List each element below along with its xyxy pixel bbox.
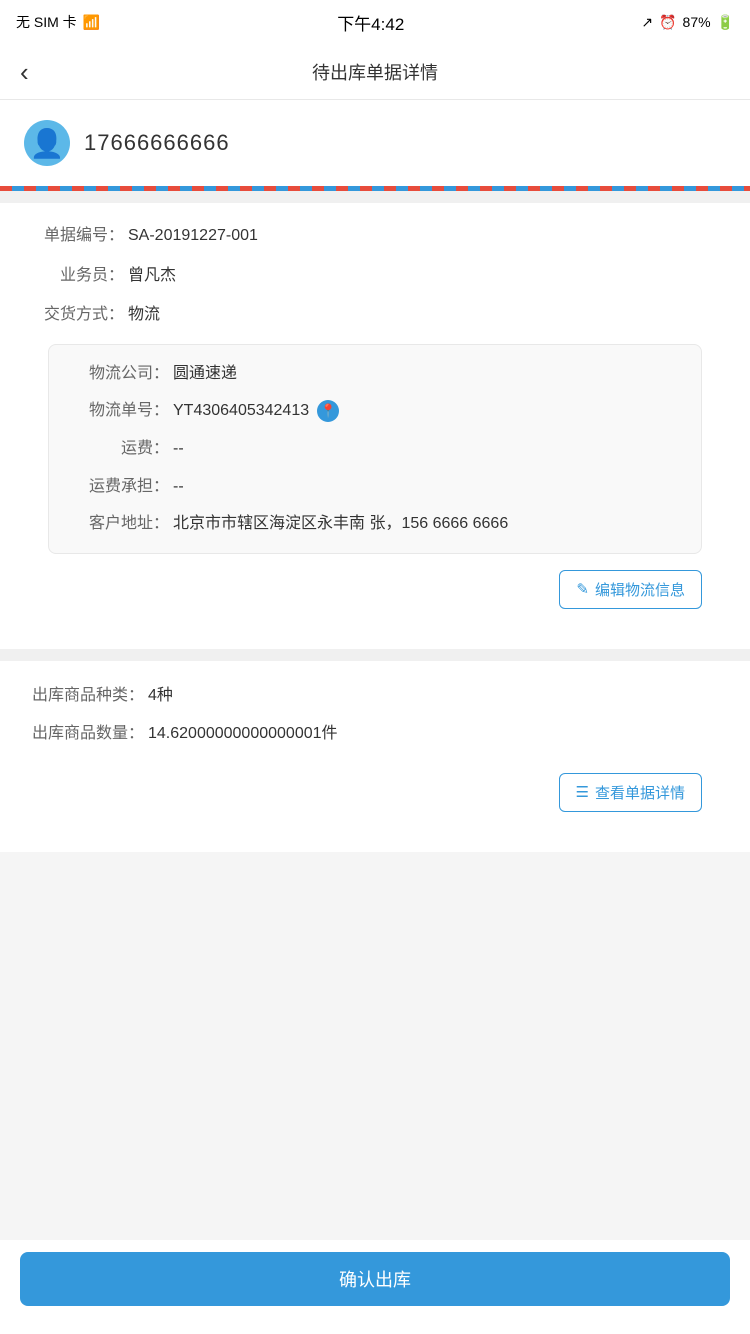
logistics-tracking-value: YT4306405342413 📍 (169, 398, 681, 424)
status-right: ↗ ⏰ 87% 🔋 (641, 14, 734, 31)
view-btn-row: ☰ 查看单据详情 (24, 757, 726, 832)
goods-quantity-label: 出库商品数量： (24, 719, 144, 743)
customer-phone: 17666666666 (84, 130, 230, 156)
delivery-value: 物流 (124, 302, 726, 328)
logistics-tracking-label: 物流单号： (69, 398, 169, 424)
status-left: 无 SIM 卡 📶 (16, 12, 100, 32)
logistics-tracking-row: 物流单号： YT4306405342413 📍 (69, 398, 681, 424)
logistics-freight-value: -- (169, 436, 681, 462)
salesman-label: 业务员： (24, 263, 124, 289)
edit-icon: ✎ (576, 580, 589, 598)
section-gap-2 (0, 649, 750, 661)
edit-logistics-button[interactable]: ✎ 编辑物流信息 (559, 570, 702, 609)
goods-section: 出库商品种类： 4种 出库商品数量： 14.62000000000000001件… (0, 661, 750, 852)
logistics-freight-bear-label: 运费承担： (69, 474, 169, 500)
delivery-label: 交货方式： (24, 302, 124, 328)
order-number-value: SA-20191227-001 (124, 223, 726, 249)
page-title: 待出库单据详情 (312, 59, 438, 85)
goods-types-label: 出库商品种类： (24, 681, 144, 705)
logistics-freight-bear-row: 运费承担： -- (69, 474, 681, 500)
goods-quantity-value: 14.62000000000000001件 (144, 719, 338, 743)
alarm-icon: ⏰ (659, 14, 676, 31)
logistics-freight-bear-value: -- (169, 474, 681, 500)
confirm-btn-label: 确认出库 (339, 1266, 411, 1292)
logistics-company-label: 物流公司： (69, 361, 169, 387)
logistics-freight-label: 运费： (69, 436, 169, 462)
logistics-address-value: 北京市市辖区海淀区永丰南 张，156 6666 6666 (169, 511, 681, 537)
user-icon: 👤 (30, 127, 65, 160)
section-gap-1 (0, 191, 750, 203)
edit-btn-label: 编辑物流信息 (595, 579, 685, 600)
customer-header: 👤 17666666666 (0, 100, 750, 186)
salesman-row: 业务员： 曾凡杰 (24, 263, 726, 289)
nav-bar: ‹ 待出库单据详情 (0, 44, 750, 100)
confirm-outbound-button[interactable]: 确认出库 (20, 1252, 730, 1306)
goods-quantity-row: 出库商品数量： 14.62000000000000001件 (24, 719, 726, 743)
confirm-area: 确认出库 (0, 1240, 750, 1334)
view-details-button[interactable]: ☰ 查看单据详情 (559, 773, 702, 812)
logistics-address-row: 客户地址： 北京市市辖区海淀区永丰南 张，156 6666 6666 (69, 511, 681, 537)
view-btn-label: 查看单据详情 (595, 782, 685, 803)
wifi-icon: 📶 (83, 14, 100, 31)
battery-text: 87% (683, 14, 711, 30)
back-button[interactable]: ‹ (20, 59, 29, 85)
salesman-value: 曾凡杰 (124, 263, 726, 289)
order-number-label: 单据编号： (24, 223, 124, 249)
status-time: 下午4:42 (337, 10, 404, 35)
logistics-freight-row: 运费： -- (69, 436, 681, 462)
logistics-card: 物流公司： 圆通速递 物流单号： YT4306405342413 📍 运费： -… (48, 344, 702, 554)
avatar: 👤 (24, 120, 70, 166)
goods-types-value: 4种 (144, 681, 173, 705)
location-pin-button[interactable]: 📍 (317, 400, 339, 422)
location-icon: ↗ (641, 14, 653, 31)
list-icon: ☰ (576, 783, 589, 801)
logistics-company-value: 圆通速递 (169, 361, 681, 387)
goods-types-row: 出库商品种类： 4种 (24, 681, 726, 705)
logistics-company-row: 物流公司： 圆通速递 (69, 361, 681, 387)
order-number-row: 单据编号： SA-20191227-001 (24, 223, 726, 249)
bottom-spacer (0, 852, 750, 972)
status-bar: 无 SIM 卡 📶 下午4:42 ↗ ⏰ 87% 🔋 (0, 0, 750, 44)
delivery-row: 交货方式： 物流 (24, 302, 726, 328)
carrier-text: 无 SIM 卡 (16, 12, 77, 32)
logistics-address-label: 客户地址： (69, 511, 169, 537)
edit-btn-row: ✎ 编辑物流信息 (24, 554, 726, 629)
order-info-section: 单据编号： SA-20191227-001 业务员： 曾凡杰 交货方式： 物流 … (0, 203, 750, 649)
battery-icon: 🔋 (717, 14, 734, 31)
